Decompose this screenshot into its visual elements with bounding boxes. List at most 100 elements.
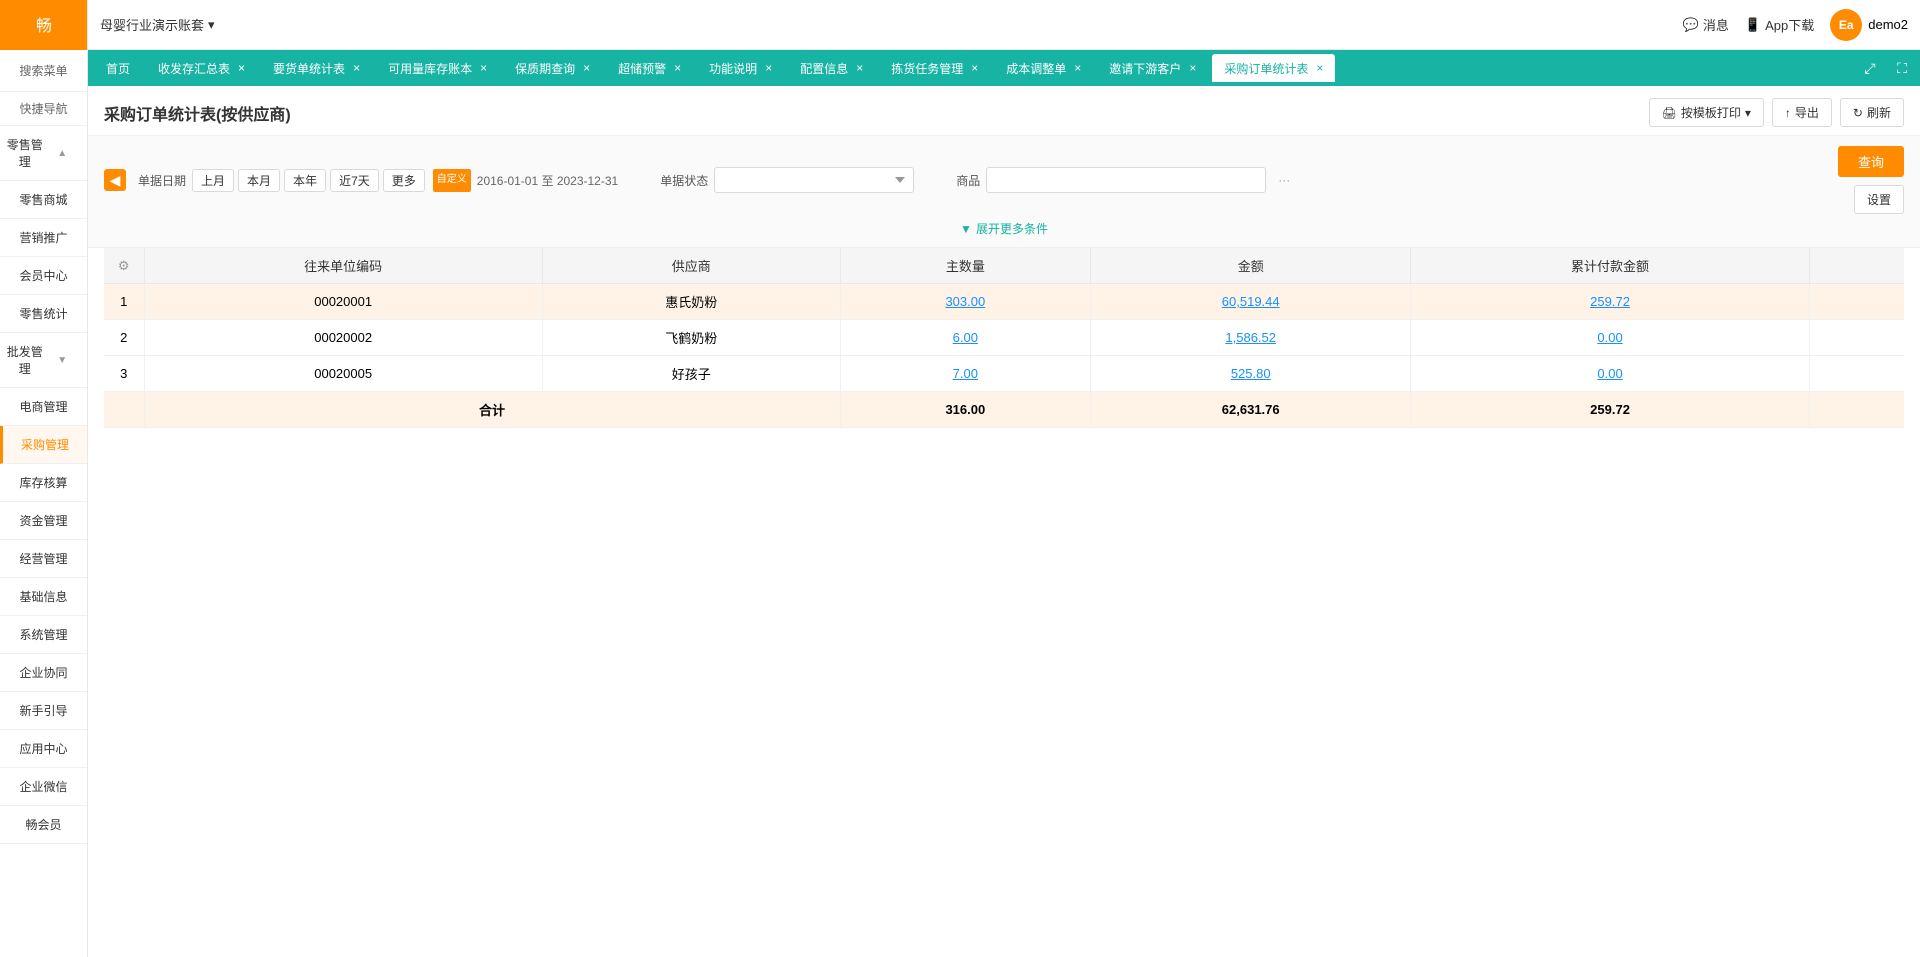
sidebar-item-finance[interactable]: 资金管理 (0, 502, 87, 540)
query-button[interactable]: 查询 (1838, 146, 1904, 177)
tab-close-icon[interactable]: × (1074, 61, 1081, 75)
col-quantity: 主数量 (840, 248, 1090, 284)
last-month-button[interactable]: 上月 (192, 169, 234, 192)
sidebar-item-retail-mgmt[interactable]: 零售管理 ▲ (0, 126, 87, 181)
date-buttons: 上月 本月 本年 近7天 更多 自定义 (192, 169, 471, 192)
col-amount: 金额 (1091, 248, 1411, 284)
quantity-link[interactable]: 7.00 (953, 366, 978, 381)
sidebar-item-system[interactable]: 系统管理 (0, 616, 87, 654)
footer-paid: 259.72 (1411, 392, 1809, 428)
print-label: 按模板打印 (1681, 104, 1741, 121)
tab-close-icon[interactable]: × (765, 61, 772, 75)
tab-5[interactable]: 超储预警 × (606, 54, 693, 82)
sidebar-item-wholesale[interactable]: 批发管理 ▼ (0, 333, 87, 388)
paid-link[interactable]: 259.72 (1590, 294, 1630, 309)
col-unit-code: 往来单位编码 (144, 248, 542, 284)
sidebar-item-retail-stats[interactable]: 零售统计 (0, 295, 87, 333)
seven-days-button[interactable]: 近7天 (330, 169, 379, 192)
tab-restore-button[interactable]: ⤢ (1856, 54, 1884, 82)
tab-3[interactable]: 可用量库存账本 × (376, 54, 499, 82)
sidebar-item-members[interactable]: 会员中心 (0, 257, 87, 295)
tab-close-icon[interactable]: × (238, 61, 245, 75)
tab-close-icon[interactable]: × (1189, 61, 1196, 75)
sidebar-item-retail-mall[interactable]: 零售商城 (0, 181, 87, 219)
sidebar-item-ecommerce[interactable]: 电商管理 (0, 388, 87, 426)
search-menu-button[interactable]: 搜索菜单 (6, 58, 81, 83)
account-dropdown[interactable]: 母婴行业演示账套 ▾ (100, 15, 215, 34)
sidebar-item-vip[interactable]: 畅会员 (0, 806, 87, 844)
tab-close-icon[interactable]: × (583, 61, 590, 75)
sidebar-item-marketing[interactable]: 营销推广 (0, 219, 87, 257)
row-paid: 0.00 (1411, 356, 1809, 392)
tab-10[interactable]: 邀请下游客户 × (1097, 54, 1208, 82)
tab-close-icon[interactable]: × (480, 61, 487, 75)
more-options-button[interactable]: ··· (1272, 170, 1296, 190)
tab-9[interactable]: 成本调整单 × (994, 54, 1093, 82)
column-settings-icon[interactable]: ⚙ (118, 258, 130, 273)
more-date-button[interactable]: 更多 (383, 169, 425, 192)
tab-active[interactable]: 采购订单统计表 × (1212, 54, 1335, 82)
expand-more-button[interactable]: ▼ 展开更多条件 (104, 214, 1904, 237)
footer-empty (104, 392, 144, 428)
quantity-link[interactable]: 6.00 (953, 330, 978, 345)
tab-label: 保质期查询 (515, 60, 575, 77)
sidebar-item-basic-info[interactable]: 基础信息 (0, 578, 87, 616)
sidebar-item-operations[interactable]: 经营管理 (0, 540, 87, 578)
tab-2[interactable]: 要货单统计表 × (261, 54, 372, 82)
row-supplier: 惠氏奶粉 (542, 284, 840, 320)
this-month-button[interactable]: 本月 (238, 169, 280, 192)
paid-link[interactable]: 0.00 (1597, 366, 1622, 381)
tab-close-icon[interactable]: × (856, 61, 863, 75)
paid-link[interactable]: 0.00 (1597, 330, 1622, 345)
tab-6[interactable]: 功能说明 × (697, 54, 784, 82)
tab-label: 收发存汇总表 (158, 60, 230, 77)
sidebar-item-inventory[interactable]: 库存核算 (0, 464, 87, 502)
user-menu[interactable]: Ea demo2 (1830, 9, 1908, 41)
settings-button[interactable]: 设置 (1854, 185, 1904, 214)
message-button[interactable]: 消息 (1683, 15, 1729, 34)
tab-1[interactable]: 收发存汇总表 × (146, 54, 257, 82)
sidebar-item-guide[interactable]: 新手引导 (0, 692, 87, 730)
print-button[interactable]: 🖨 按模板打印 ▾ (1649, 98, 1764, 127)
table-row: 2 00020002 飞鹤奶粉 6.00 1,586.52 0.00 (104, 320, 1904, 356)
sidebar-item-label: 批发管理 (6, 343, 44, 377)
sidebar-item-purchase[interactable]: 采购管理 (0, 426, 87, 464)
row-extra (1809, 284, 1904, 320)
tab-label: 可用量库存账本 (388, 60, 472, 77)
filter-actions: 查询 设置 (1838, 146, 1904, 214)
status-select[interactable] (714, 167, 914, 193)
col-extra (1809, 248, 1904, 284)
status-label: 单据状态 (660, 172, 708, 189)
tab-close-icon[interactable]: × (674, 61, 681, 75)
app-download-button[interactable]: App下载 (1745, 15, 1814, 34)
tab-close-icon[interactable]: × (971, 61, 978, 75)
goods-input[interactable] (986, 167, 1266, 193)
refresh-button[interactable]: ↻ 刷新 (1840, 98, 1904, 127)
sidebar-item-collab[interactable]: 企业协同 (0, 654, 87, 692)
row-amount: 1,586.52 (1091, 320, 1411, 356)
quantity-link[interactable]: 303.00 (945, 294, 985, 309)
topbar-left: 母婴行业演示账套 ▾ (100, 15, 215, 34)
tab-8[interactable]: 拣货任务管理 × (879, 54, 990, 82)
tab-close-icon[interactable]: × (353, 61, 360, 75)
sidebar-item-app-center[interactable]: 应用中心 (0, 730, 87, 768)
row-extra (1809, 356, 1904, 392)
tab-4[interactable]: 保质期查询 × (503, 54, 602, 82)
amount-link[interactable]: 1,586.52 (1225, 330, 1276, 345)
tab-close-icon[interactable]: × (1316, 61, 1323, 75)
refresh-icon: ↻ (1853, 106, 1863, 120)
collapse-button[interactable]: ◀ (104, 169, 126, 191)
this-year-button[interactable]: 本年 (284, 169, 326, 192)
tabbar: 首页 收发存汇总表 × 要货单统计表 × 可用量库存账本 × 保质期查询 × 超… (88, 50, 1920, 86)
tab-maximize-button[interactable]: ⛶ (1888, 54, 1916, 82)
col-paid: 累计付款金额 (1411, 248, 1809, 284)
export-button[interactable]: ↑ 导出 (1772, 98, 1832, 127)
row-supplier: 好孩子 (542, 356, 840, 392)
amount-link[interactable]: 60,519.44 (1222, 294, 1280, 309)
shortcut-nav-button[interactable]: 快捷导航 (0, 92, 87, 126)
tab-home[interactable]: 首页 (94, 54, 142, 82)
sidebar-item-wechat[interactable]: 企业微信 (0, 768, 87, 806)
amount-link[interactable]: 525.80 (1231, 366, 1271, 381)
row-amount: 525.80 (1091, 356, 1411, 392)
tab-7[interactable]: 配置信息 × (788, 54, 875, 82)
